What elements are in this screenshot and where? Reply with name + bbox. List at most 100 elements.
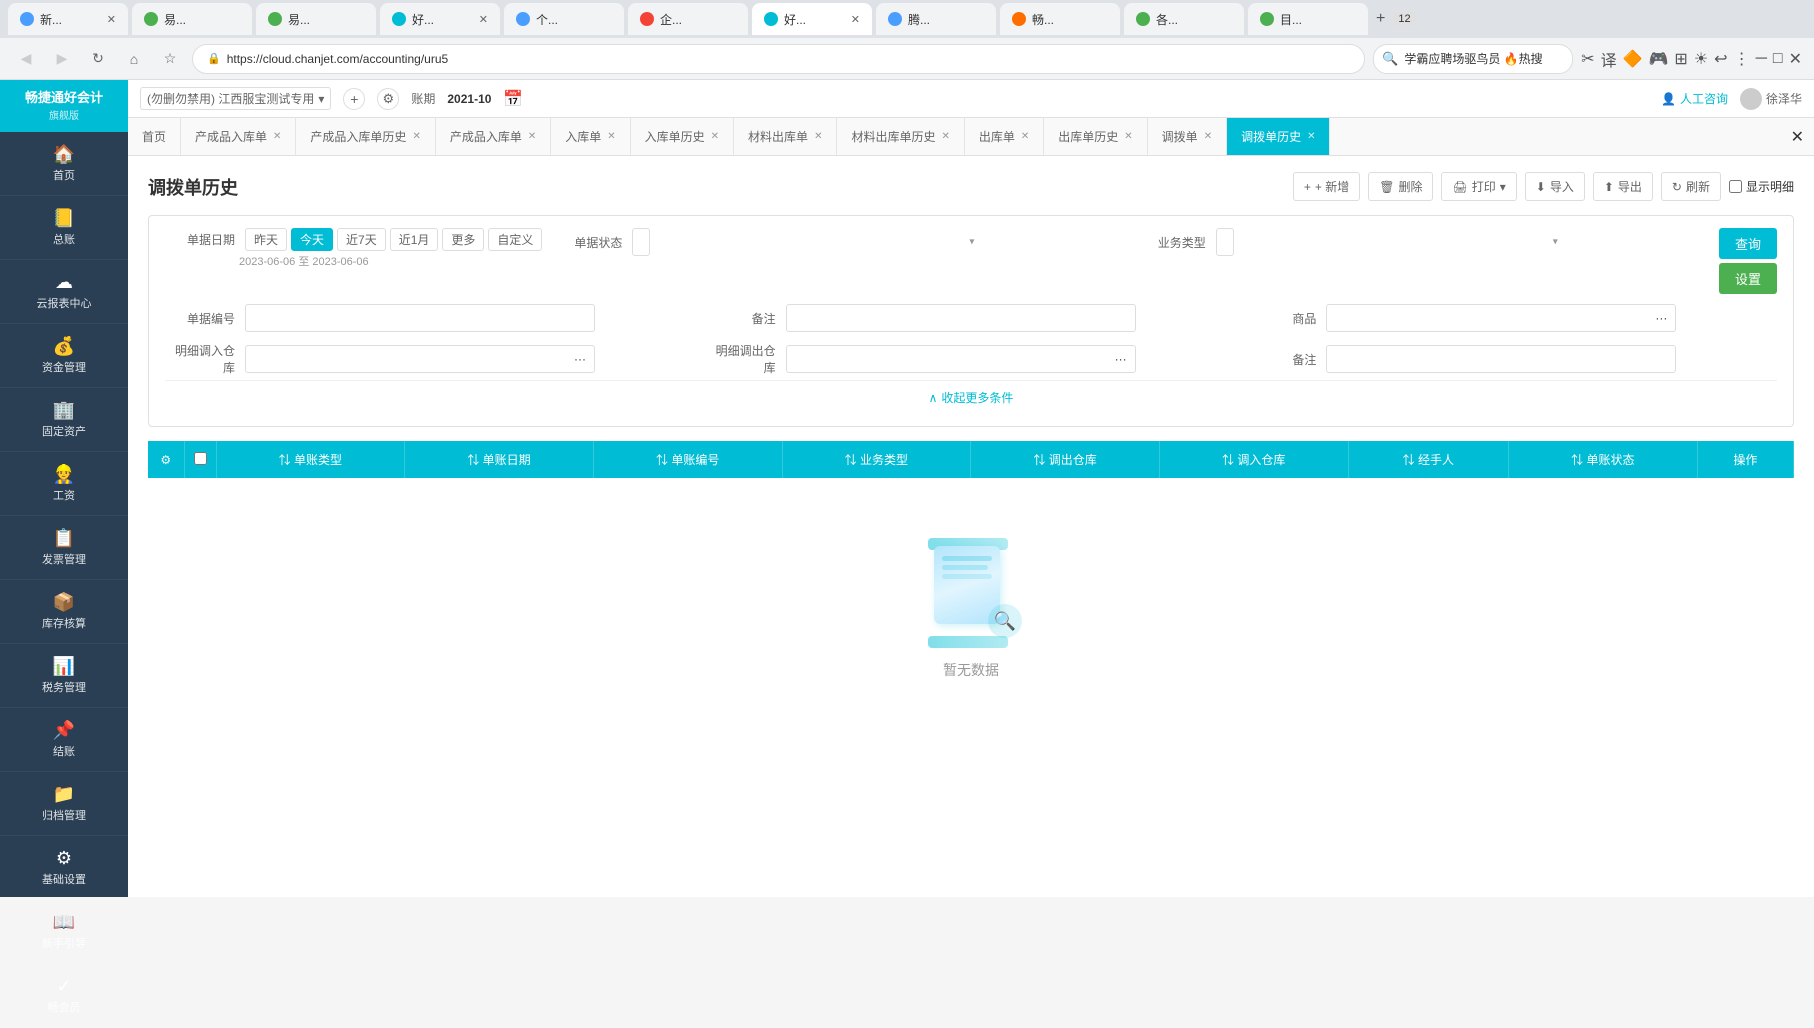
minimize-icon[interactable]: ─ <box>1756 50 1767 68</box>
collapse-button[interactable]: ∧ 收起更多条件 <box>917 385 1026 410</box>
sidebar-item-archive[interactable]: 📁 归档管理 <box>0 772 128 836</box>
more-btn[interactable]: 更多 <box>442 228 484 251</box>
show-columns-checkbox[interactable] <box>1729 180 1742 193</box>
tab-in-history[interactable]: 入库单历史 ✕ <box>631 118 734 155</box>
show-columns-toggle[interactable]: 显示明细 <box>1729 178 1794 195</box>
tab-close-icon[interactable]: ✕ <box>273 131 281 142</box>
browser-tab-3[interactable]: 易... <box>256 3 376 35</box>
tab-close[interactable]: ✕ <box>851 13 860 26</box>
tab-close-icon[interactable]: ✕ <box>528 131 536 142</box>
sidebar-item-salary[interactable]: 👷 工资 <box>0 452 128 516</box>
delete-button[interactable]: 🗑 删除 <box>1368 172 1433 201</box>
remark-input[interactable] <box>786 304 1136 332</box>
doc-number-input[interactable] <box>245 304 595 332</box>
remark2-input[interactable] <box>1326 345 1676 373</box>
tab-close[interactable]: ✕ <box>107 13 116 26</box>
tab-transfer[interactable]: 调拨单 ✕ <box>1148 118 1227 155</box>
game-icon[interactable]: 🎮 <box>1649 49 1669 69</box>
maximize-icon[interactable]: □ <box>1773 50 1783 68</box>
th-doc-number[interactable]: ⇅ 单账编号 <box>593 441 782 478</box>
th-doc-type[interactable]: ⇅ 单账类型 <box>216 441 405 478</box>
extensions-icon[interactable]: ✂ <box>1581 49 1594 69</box>
setting-button[interactable]: 设置 <box>1719 263 1777 294</box>
translate-icon[interactable]: 译 <box>1601 47 1617 71</box>
sidebar-item-close-account[interactable]: 📌 结账 <box>0 708 128 772</box>
refresh-button[interactable]: ↻ 刷新 <box>1661 172 1721 201</box>
browser-tab-active[interactable]: 好... ✕ <box>752 3 872 35</box>
select-all-checkbox[interactable] <box>194 452 207 465</box>
export-button[interactable]: ⬆ 导出 <box>1593 172 1653 201</box>
company-settings-button[interactable]: ⚙ <box>377 88 399 110</box>
today-btn[interactable]: 今天 <box>291 228 333 251</box>
sidebar-item-fund[interactable]: 💰 资金管理 <box>0 324 128 388</box>
tab-in[interactable]: 入库单 ✕ <box>551 118 630 155</box>
th-checkbox[interactable] <box>184 441 216 478</box>
tab-out-history[interactable]: 出库单历史 ✕ <box>1044 118 1147 155</box>
th-biz-type[interactable]: ⇅ 业务类型 <box>782 441 971 478</box>
brightness-icon[interactable]: ☀ <box>1694 49 1708 69</box>
browser-tab-2[interactable]: 易... <box>132 3 252 35</box>
tab-home[interactable]: 首页 <box>128 118 181 155</box>
grid-icon[interactable]: ⊞ <box>1674 49 1687 69</box>
th-doc-date[interactable]: ⇅ 单账日期 <box>405 441 594 478</box>
add-company-button[interactable]: + <box>343 88 365 110</box>
wallet-icon[interactable]: 🔶 <box>1623 49 1643 69</box>
sidebar-item-cloud-report[interactable]: ☁ 云报表中心 <box>0 260 128 324</box>
back-button[interactable]: ◀ <box>12 45 40 73</box>
th-gear[interactable]: ⚙ <box>148 441 184 478</box>
print-button[interactable]: 🖨 打印 ▾ <box>1441 172 1516 201</box>
browser-tab-10[interactable]: 各... <box>1124 3 1244 35</box>
import-button[interactable]: ⬇ 导入 <box>1525 172 1585 201</box>
sidebar-item-fixed-assets[interactable]: 🏢 固定资产 <box>0 388 128 452</box>
tab-close-icon[interactable]: ✕ <box>941 131 949 142</box>
tab-produce-in-history[interactable]: 产成品入库单历史 ✕ <box>296 118 435 155</box>
customer-service-button[interactable]: 👤 人工咨询 <box>1661 90 1728 107</box>
forward-button[interactable]: ▶ <box>48 45 76 73</box>
tab-produce-in[interactable]: 产成品入库单 ✕ <box>181 118 296 155</box>
tab-transfer-history[interactable]: 调拨单历史 ✕ <box>1227 118 1330 155</box>
sidebar-item-invoice[interactable]: 📋 发票管理 <box>0 516 128 580</box>
sidebar-item-ledger[interactable]: 📒 总账 <box>0 196 128 260</box>
browser-tab-9[interactable]: 畅... <box>1000 3 1120 35</box>
th-out-warehouse[interactable]: ⇅ 调出仓库 <box>971 441 1160 478</box>
th-handler[interactable]: ⇅ 经手人 <box>1348 441 1509 478</box>
7days-btn[interactable]: 近7天 <box>337 228 386 251</box>
sidebar-item-home[interactable]: 🏠 首页 <box>0 132 128 196</box>
detail-in-selector[interactable]: ··· <box>245 345 595 373</box>
sidebar-item-tax[interactable]: 📊 税务管理 <box>0 644 128 708</box>
detail-out-selector[interactable]: ··· <box>786 345 1136 373</box>
close-icon[interactable]: ✕ <box>1789 49 1802 69</box>
sidebar-item-member[interactable]: ✓ 畅会员 <box>0 964 128 1028</box>
tab-produce-in2[interactable]: 产成品入库单 ✕ <box>436 118 551 155</box>
sidebar-item-guide[interactable]: 📖 新手引导 <box>0 900 128 964</box>
yesterday-btn[interactable]: 昨天 <box>245 228 287 251</box>
search-bar[interactable]: 🔍 学霸应聘场驱鸟员 🔥热搜 <box>1373 44 1573 74</box>
sidebar-item-settings[interactable]: ⚙ 基础设置 <box>0 836 128 900</box>
browser-tab-5[interactable]: 个... <box>504 3 624 35</box>
th-in-warehouse[interactable]: ⇅ 调入仓库 <box>1159 441 1348 478</box>
reload-button[interactable]: ↻ <box>84 45 112 73</box>
browser-tab-8[interactable]: 腾... <box>876 3 996 35</box>
tab-close-icon[interactable]: ✕ <box>607 131 615 142</box>
tab-material-out[interactable]: 材料出库单 ✕ <box>734 118 837 155</box>
tab-close-icon[interactable]: ✕ <box>1124 131 1132 142</box>
product-selector[interactable]: ··· <box>1326 304 1676 332</box>
tab-close[interactable]: ✕ <box>479 13 488 26</box>
business-type-select[interactable] <box>1216 228 1234 256</box>
bookmark-button[interactable]: ☆ <box>156 45 184 73</box>
close-all-tabs-button[interactable]: ✕ <box>1781 127 1814 147</box>
query-button[interactable]: 查询 <box>1719 228 1777 259</box>
company-selector[interactable]: (勿删勿禁用) 江西服宝测试专用 ▾ <box>140 87 331 110</box>
new-tab-button[interactable]: + <box>1376 10 1385 28</box>
status-select[interactable] <box>632 228 650 256</box>
tab-material-out-history[interactable]: 材料出库单历史 ✕ <box>837 118 964 155</box>
browser-tab-4[interactable]: 好... ✕ <box>380 3 500 35</box>
undo-icon[interactable]: ↩ <box>1714 49 1727 69</box>
custom-btn[interactable]: 自定义 <box>488 228 542 251</box>
tab-close-icon[interactable]: ✕ <box>412 131 420 142</box>
browser-tab-6[interactable]: 企... <box>628 3 748 35</box>
tab-close-icon[interactable]: ✕ <box>814 131 822 142</box>
th-doc-status[interactable]: ⇅ 单账状态 <box>1509 441 1698 478</box>
tab-close-icon[interactable]: ✕ <box>1204 131 1212 142</box>
tab-close-icon[interactable]: ✕ <box>711 131 719 142</box>
